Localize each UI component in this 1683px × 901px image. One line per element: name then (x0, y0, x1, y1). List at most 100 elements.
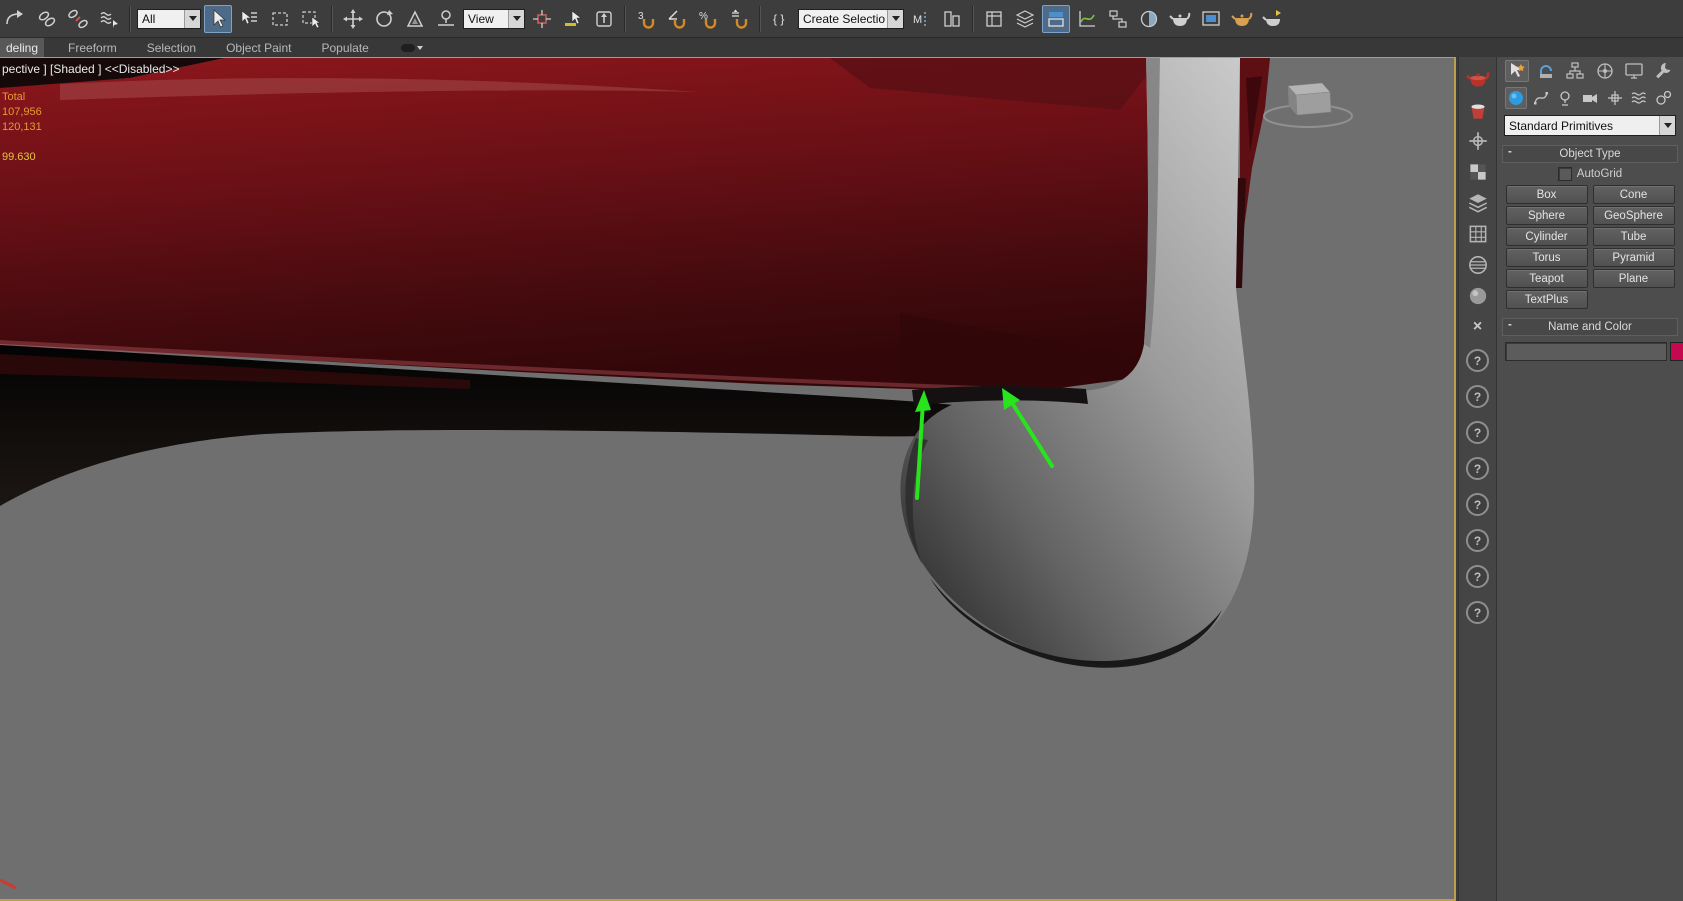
percent-snap-toggle-button[interactable]: % (694, 5, 722, 33)
reference-coordinate-system-dropdown[interactable]: View (463, 8, 525, 29)
teapot-button[interactable]: Teapot (1505, 269, 1588, 288)
ribbon-tab-object-paint[interactable]: Object Paint (218, 38, 299, 57)
tab-display[interactable] (1622, 60, 1646, 82)
select-and-place-button[interactable] (432, 5, 460, 33)
help-button[interactable]: ? (1466, 493, 1489, 516)
perspective-viewport[interactable]: pective ] [Shaded ] <<Disabled>> Total 1… (0, 57, 1456, 901)
category-space-warps[interactable] (1628, 87, 1650, 109)
stat-fps: 99.630 (2, 151, 36, 163)
curve-editor-button[interactable] (1073, 5, 1101, 33)
toggle-scene-explorer-button[interactable] (980, 5, 1008, 33)
tab-motion[interactable] (1593, 60, 1617, 82)
rectangular-selection-region-button[interactable] (266, 5, 294, 33)
layers-toolbar-button[interactable] (1466, 191, 1490, 215)
name-and-color-rollout-header[interactable]: - Name and Color (1502, 318, 1678, 336)
torus-button[interactable]: Torus (1505, 248, 1588, 267)
textplus-button[interactable]: TextPlus (1505, 290, 1588, 309)
compass-toolbar-button[interactable] (1466, 129, 1490, 153)
tube-button[interactable]: Tube (1592, 227, 1675, 246)
object-color-swatch[interactable] (1670, 342, 1683, 361)
category-shapes[interactable] (1530, 87, 1552, 109)
toggle-layer-explorer-button[interactable] (1011, 5, 1039, 33)
redo-button[interactable] (2, 5, 30, 33)
angle-snap-toggle-button[interactable] (663, 5, 691, 33)
tab-utilities[interactable] (1651, 60, 1675, 82)
named-selection-sets-dropdown[interactable]: Create Selection Se (798, 8, 904, 29)
chevron-down-icon[interactable] (508, 9, 524, 28)
category-helpers[interactable] (1604, 87, 1626, 109)
primitive-category-value: Standard Primitives (1509, 118, 1614, 133)
tab-hierarchy[interactable] (1563, 60, 1587, 82)
paint-bucket-toolbar-button[interactable] (1466, 98, 1490, 122)
category-lights[interactable] (1554, 87, 1576, 109)
select-and-manipulate-button[interactable] (559, 5, 587, 33)
striped-sphere-toolbar-button[interactable] (1466, 253, 1490, 277)
use-pivot-point-center-button[interactable] (528, 5, 556, 33)
window-crossing-toggle-button[interactable] (297, 5, 325, 33)
help-button[interactable]: ? (1466, 349, 1489, 372)
schematic-view-button[interactable] (1104, 5, 1132, 33)
help-button[interactable]: ? (1466, 421, 1489, 444)
object-type-rollout-header[interactable]: - Object Type (1502, 145, 1678, 163)
rollout-collapse-icon: - (1508, 146, 1512, 158)
select-object-button[interactable] (204, 4, 232, 33)
ribbon-tab-modeling[interactable]: deling (0, 38, 45, 57)
tab-create[interactable] (1505, 60, 1529, 82)
cylinder-button[interactable]: Cylinder (1505, 227, 1588, 246)
object-name-field[interactable] (1505, 342, 1667, 361)
primitive-category-dropdown[interactable]: Standard Primitives (1504, 115, 1676, 136)
select-and-link-button[interactable] (33, 5, 61, 33)
unlink-selection-button[interactable] (64, 5, 92, 33)
render-production-button[interactable] (1228, 5, 1256, 33)
help-button[interactable]: ? (1466, 529, 1489, 552)
rendered-frame-window-button[interactable] (1197, 5, 1225, 33)
chevron-down-icon[interactable] (184, 9, 200, 28)
select-and-rotate-button[interactable] (370, 5, 398, 33)
select-by-name-button[interactable] (235, 5, 263, 33)
checker-toolbar-button[interactable] (1466, 160, 1490, 184)
select-and-scale-button[interactable] (401, 5, 429, 33)
category-cameras[interactable] (1579, 87, 1601, 109)
autogrid-checkbox[interactable] (1557, 167, 1572, 181)
spinner-snap-toggle-button[interactable] (725, 5, 753, 33)
render-setup-button[interactable] (1166, 5, 1194, 33)
snaps-toggle-button[interactable]: 3 (632, 5, 660, 33)
keyboard-shortcut-override-button[interactable] (590, 5, 618, 33)
help-button[interactable]: ? (1466, 457, 1489, 480)
tab-modify[interactable] (1534, 60, 1558, 82)
pyramid-button[interactable]: Pyramid (1592, 248, 1675, 267)
edit-named-selection-sets-button[interactable]: { } (767, 5, 795, 33)
bind-to-space-warp-button[interactable] (95, 5, 123, 33)
box-button[interactable]: Box (1505, 185, 1588, 204)
grid-box-toolbar-button[interactable] (1466, 222, 1490, 246)
ribbon-tab-populate[interactable]: Populate (313, 38, 376, 57)
plane-button[interactable]: Plane (1592, 269, 1675, 288)
render-iterative-button[interactable] (1259, 5, 1287, 33)
viewport-statistics: Total 107,956 120,131 99.630 (2, 90, 42, 165)
align-button[interactable] (938, 5, 966, 33)
category-systems[interactable] (1653, 87, 1675, 109)
select-and-move-button[interactable] (339, 5, 367, 33)
help-button[interactable]: ? (1466, 565, 1489, 588)
chevron-down-icon[interactable] (1659, 116, 1675, 135)
sphere-button[interactable]: Sphere (1505, 206, 1588, 225)
help-button[interactable]: ? (1466, 385, 1489, 408)
viewport-label[interactable]: pective ] [Shaded ] <<Disabled>> (2, 62, 179, 76)
toggle-ribbon-button[interactable] (1042, 4, 1070, 33)
selection-filter-value: All (142, 11, 156, 26)
ribbon-tab-freeform[interactable]: Freeform (60, 38, 125, 57)
category-geometry[interactable] (1505, 87, 1527, 109)
ribbon-minimize-button[interactable] (399, 38, 425, 57)
cone-button[interactable]: Cone (1592, 185, 1675, 204)
teapot-toolbar-button[interactable] (1465, 67, 1490, 91)
ribbon-tab-selection[interactable]: Selection (139, 38, 204, 57)
selection-filter-dropdown[interactable]: All (137, 8, 201, 29)
sphere-toolbar-button[interactable] (1466, 284, 1490, 308)
geosphere-button[interactable]: GeoSphere (1592, 206, 1675, 225)
mirror-button[interactable]: M (907, 5, 935, 33)
close-toolbar-button[interactable]: × (1466, 315, 1490, 339)
chevron-down-icon[interactable] (887, 9, 903, 28)
help-icon: ? (1473, 497, 1482, 512)
help-button[interactable]: ? (1466, 601, 1489, 624)
material-editor-button[interactable] (1135, 5, 1163, 33)
